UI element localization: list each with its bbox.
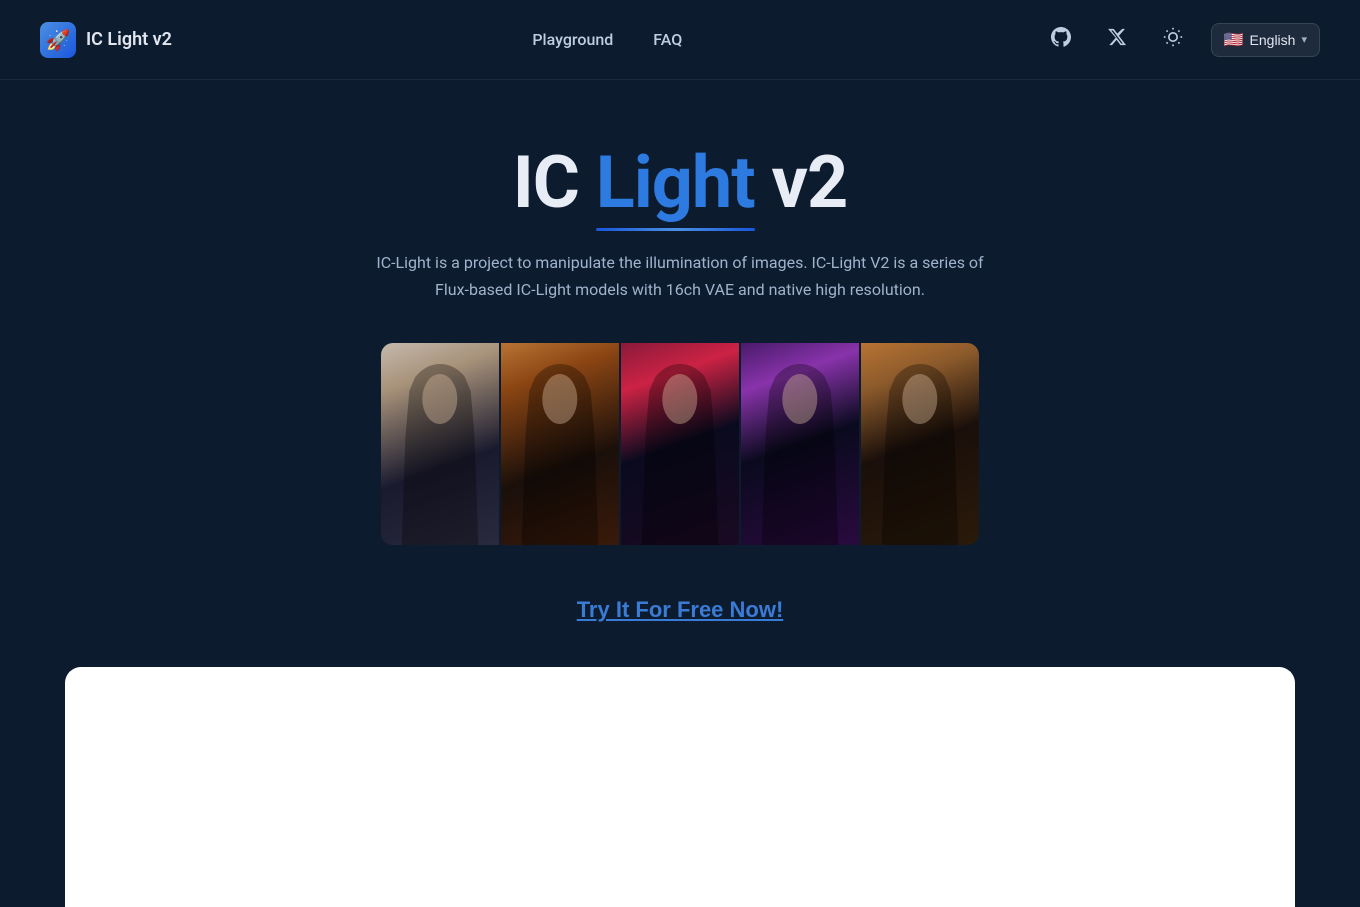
nav-playground-link[interactable]: Playground xyxy=(532,30,613,49)
navbar: 🚀 IC Light v2 Playground FAQ xyxy=(0,0,1360,80)
content-box xyxy=(65,667,1295,907)
image-strip xyxy=(381,343,979,545)
title-post: v2 xyxy=(755,140,848,225)
x-twitter-icon xyxy=(1107,27,1127,52)
language-label: English xyxy=(1250,32,1296,48)
chevron-down-icon: ▾ xyxy=(1301,33,1307,46)
title-highlight: Light xyxy=(596,140,755,225)
nav-faq-link[interactable]: FAQ xyxy=(653,30,682,49)
logo-rocket-icon: 🚀 xyxy=(46,28,71,52)
theme-toggle-button[interactable] xyxy=(1155,22,1191,58)
image-panel-4 xyxy=(741,343,859,545)
nav-right-controls: 🇺🇸 English ▾ xyxy=(1043,22,1320,58)
nav-center-links: Playground FAQ xyxy=(532,30,682,49)
language-flag: 🇺🇸 xyxy=(1224,30,1244,50)
x-twitter-button[interactable] xyxy=(1099,22,1135,58)
logo-icon: 🚀 xyxy=(40,22,76,58)
image-panel-1 xyxy=(381,343,499,545)
hero-description: IC-Light is a project to manipulate the … xyxy=(360,249,1000,303)
hero-title: IC Light v2 xyxy=(513,140,848,225)
title-pre: IC xyxy=(513,140,596,225)
cta-button[interactable]: Try It For Free Now! xyxy=(569,593,792,627)
nav-logo[interactable]: 🚀 IC Light v2 xyxy=(40,22,172,58)
github-icon xyxy=(1051,27,1071,52)
github-button[interactable] xyxy=(1043,22,1079,58)
sun-icon xyxy=(1163,27,1183,52)
language-selector[interactable]: 🇺🇸 English ▾ xyxy=(1211,23,1320,57)
image-panel-3 xyxy=(621,343,739,545)
main-content: IC Light v2 IC-Light is a project to man… xyxy=(0,80,1360,907)
image-panel-5 xyxy=(861,343,979,545)
image-panel-2 xyxy=(501,343,619,545)
app-name: IC Light v2 xyxy=(86,29,172,50)
